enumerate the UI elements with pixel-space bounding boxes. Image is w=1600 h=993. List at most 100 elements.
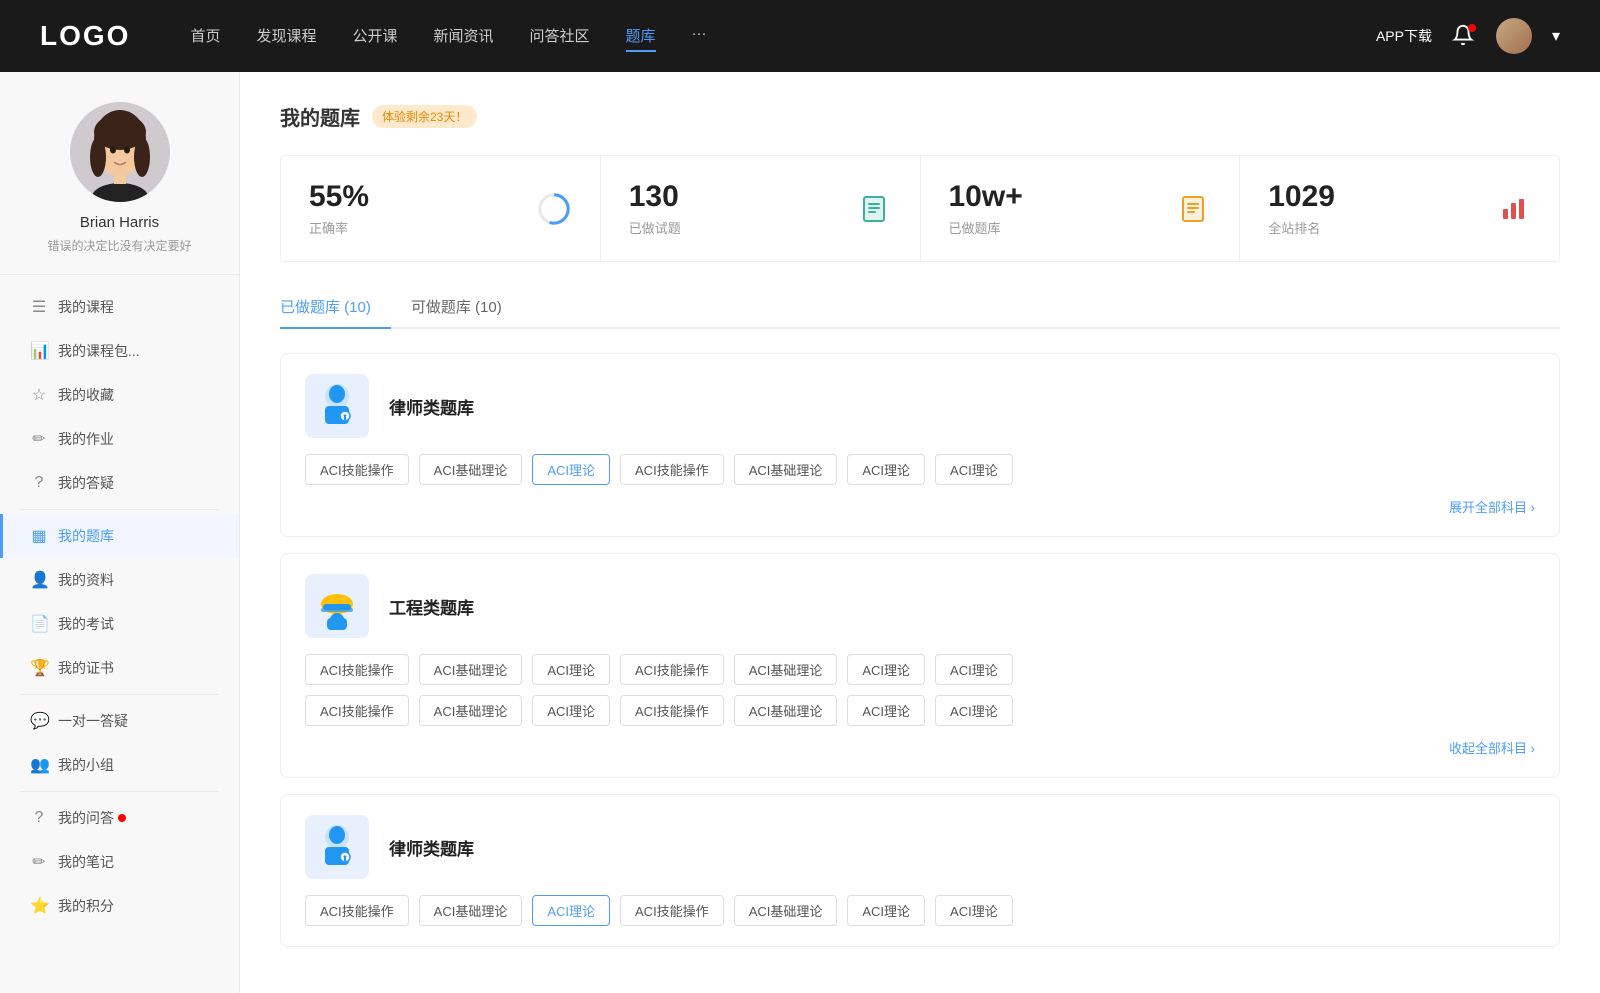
menu-item-icon: ☆ [30,385,48,405]
sidebar-item-我的答疑[interactable]: ?我的答疑 [0,461,239,505]
stat-icon-2 [1175,191,1211,227]
menu-item-label: 我的问答 [58,808,114,828]
bank-tag-0-0-5[interactable]: ACI理论 [847,454,925,485]
nav-item-问答社区[interactable]: 问答社区 [530,21,590,52]
bank-tag-0-0-1[interactable]: ACI基础理论 [419,454,523,485]
bank-title-2: 律师类题库 [389,835,474,860]
sidebar-item-我的课程包...[interactable]: 📊我的课程包... [0,329,239,373]
bank-tag-0-0-0[interactable]: ACI技能操作 [305,454,409,485]
bank-tag-1-0-3[interactable]: ACI技能操作 [620,654,724,685]
bank-tag-1-1-2[interactable]: ACI理论 [532,695,610,726]
nav-item-首页[interactable]: 首页 [190,21,220,52]
stat-item-2: 10w+ 已做题库 [921,156,1241,261]
navbar-right: APP下载 ▾ [1376,18,1560,54]
nav-item-新闻资讯[interactable]: 新闻资讯 [434,21,494,52]
menu-item-icon: 📄 [30,614,48,634]
nav-item-公开课[interactable]: 公开课 [352,21,397,52]
bank-footer-1[interactable]: 收起全部科目 › [305,738,1535,757]
bank-card-header-0: 律师类题库 [305,374,1535,438]
bank-tag-1-1-0[interactable]: ACI技能操作 [305,695,409,726]
nav-item-题库[interactable]: 题库 [626,21,656,52]
bank-tag-1-1-6[interactable]: ACI理论 [935,695,1013,726]
bank-tag-1-1-4[interactable]: ACI基础理论 [734,695,838,726]
stat-label: 正确率 [309,218,524,237]
bank-tag-2-0-1[interactable]: ACI基础理论 [419,895,523,926]
bank-tag-0-0-6[interactable]: ACI理论 [935,454,1013,485]
profile-motto: 错误的决定比没有决定要好 [47,237,191,254]
bank-footer-0[interactable]: 展开全部科目 › [305,497,1535,516]
notification-dot [1468,24,1476,32]
sidebar-item-我的作业[interactable]: ✏我的作业 [0,417,239,461]
sidebar-item-我的课程[interactable]: ☰我的课程 [0,285,239,329]
bank-tag-2-0-6[interactable]: ACI理论 [935,895,1013,926]
menu-item-icon: ✏ [30,852,48,872]
bank-tag-2-0-5[interactable]: ACI理论 [847,895,925,926]
menu-item-icon: 👤 [30,570,48,590]
bank-title-1: 工程类题库 [389,594,474,619]
sidebar: Brian Harris 错误的决定比没有决定要好 ☰我的课程📊我的课程包...… [0,72,240,993]
bank-tags-rows-2: ACI技能操作 ACI基础理论 ACI理论 ACI技能操作 ACI基础理论 ACI理论 AC… [305,895,1535,926]
menu-item-label: 我的考试 [58,614,114,634]
bank-tag-2-0-4[interactable]: ACI基础理论 [734,895,838,926]
user-avatar[interactable] [1496,18,1532,54]
navbar: LOGO 首页 发现课程 公开课 新闻资讯 问答社区 题库 ··· APP下载 ▾ [0,0,1600,72]
sidebar-item-我的题库[interactable]: ▦ 我的题库 [0,514,239,558]
sidebar-item-我的资料[interactable]: 👤 我的资料 [0,558,239,602]
bank-tag-0-0-3[interactable]: ACI技能操作 [620,454,724,485]
notification-bell[interactable] [1452,24,1476,48]
sidebar-item-我的笔记[interactable]: ✏我的笔记 [0,840,239,884]
bank-tag-2-0-0[interactable]: ACI技能操作 [305,895,409,926]
menu-item-icon: 📊 [30,341,48,361]
bank-tag-1-0-0[interactable]: ACI技能操作 [305,654,409,685]
user-menu-chevron[interactable]: ▾ [1552,26,1560,46]
bank-tags-rows-1: ACI技能操作 ACI基础理论 ACI理论 ACI技能操作 ACI基础理论 ACI理论 AC… [305,654,1535,726]
nav-item-发现课程[interactable]: 发现课程 [256,21,316,52]
bank-tag-0-0-4[interactable]: ACI基础理论 [734,454,838,485]
sidebar-item-我的证书[interactable]: 🏆我的证书 [0,646,239,690]
sidebar-item-我的小组[interactable]: 👥我的小组 [0,743,239,787]
bank-tag-1-0-1[interactable]: ACI基础理论 [419,654,523,685]
bank-tag-1-0-2[interactable]: ACI理论 [532,654,610,685]
bank-avatar-0 [305,374,369,438]
bank-tag-2-0-2[interactable]: ACI理论 [532,895,610,926]
bank-tag-1-0-5[interactable]: ACI理论 [847,654,925,685]
bank-tag-1-1-3[interactable]: ACI技能操作 [620,695,724,726]
sidebar-item-我的积分[interactable]: ⭐我的积分 [0,884,239,928]
menu-item-label: 我的资料 [58,570,114,590]
avatar [70,102,170,202]
stat-item-3: 1029 全站排名 [1240,156,1559,261]
bank-tag-1-0-4[interactable]: ACI基础理论 [734,654,838,685]
bank-tag-0-0-2[interactable]: ACI理论 [532,454,610,485]
profile-section: Brian Harris 错误的决定比没有决定要好 [0,72,239,275]
menu-item-icon: ✏ [30,429,48,449]
nav-item-···[interactable]: ··· [692,21,707,52]
tab-1[interactable]: 可做题库 (10) [411,286,522,329]
bank-card-header-1: 工程类题库 [305,574,1535,638]
logo[interactable]: LOGO [40,20,130,52]
stat-item-1: 130 已做试题 [601,156,921,261]
stats-row: 55% 正确率 130 已做试题 10w+ 已做题库 1029 全站排名 [280,155,1560,262]
bank-avatar-2 [305,815,369,879]
app-download-link[interactable]: APP下载 [1376,26,1432,46]
bank-card-1: 工程类题库 ACI技能操作ACI基础理论ACI理论ACI技能操作ACI基础理论A… [280,553,1560,778]
sidebar-item-我的考试[interactable]: 📄 我的考试 [0,602,239,646]
bank-tag-1-1-5[interactable]: ACI理论 [847,695,925,726]
stat-icon-3 [1495,191,1531,227]
menu-item-icon: 👥 [30,755,48,775]
menu-item-label: 我的题库 [58,526,114,546]
stat-text: 1029 全站排名 [1268,180,1483,237]
bank-tag-1-1-1[interactable]: ACI基础理论 [419,695,523,726]
bank-tag-2-0-3[interactable]: ACI技能操作 [620,895,724,926]
sidebar-item-我的收藏[interactable]: ☆我的收藏 [0,373,239,417]
sidebar-item-一对一答疑[interactable]: 💬一对一答疑 [0,699,239,743]
menu-divider [20,694,219,695]
stat-value: 10w+ [949,180,1164,214]
bank-tag-1-0-6[interactable]: ACI理论 [935,654,1013,685]
sidebar-menu: ☰我的课程📊我的课程包...☆我的收藏✏我的作业?我的答疑 ▦ 我的题库 👤 我的资料 📄… [0,275,239,938]
tab-0[interactable]: 已做题库 (10) [280,286,391,329]
bank-tag-row-1-0: ACI技能操作 ACI基础理论 ACI理论 ACI技能操作 ACI基础理论 ACI理论 AC… [305,654,1535,685]
sidebar-item-我的问答[interactable]: ?我的问答 [0,796,239,840]
bank-card-2: 律师类题库 ACI技能操作ACI基础理论ACI理论ACI技能操作ACI基础理论A… [280,794,1560,947]
page-header: 我的题库 体验剩余23天！ [280,102,1560,131]
menu-item-icon: ▦ [30,526,48,546]
